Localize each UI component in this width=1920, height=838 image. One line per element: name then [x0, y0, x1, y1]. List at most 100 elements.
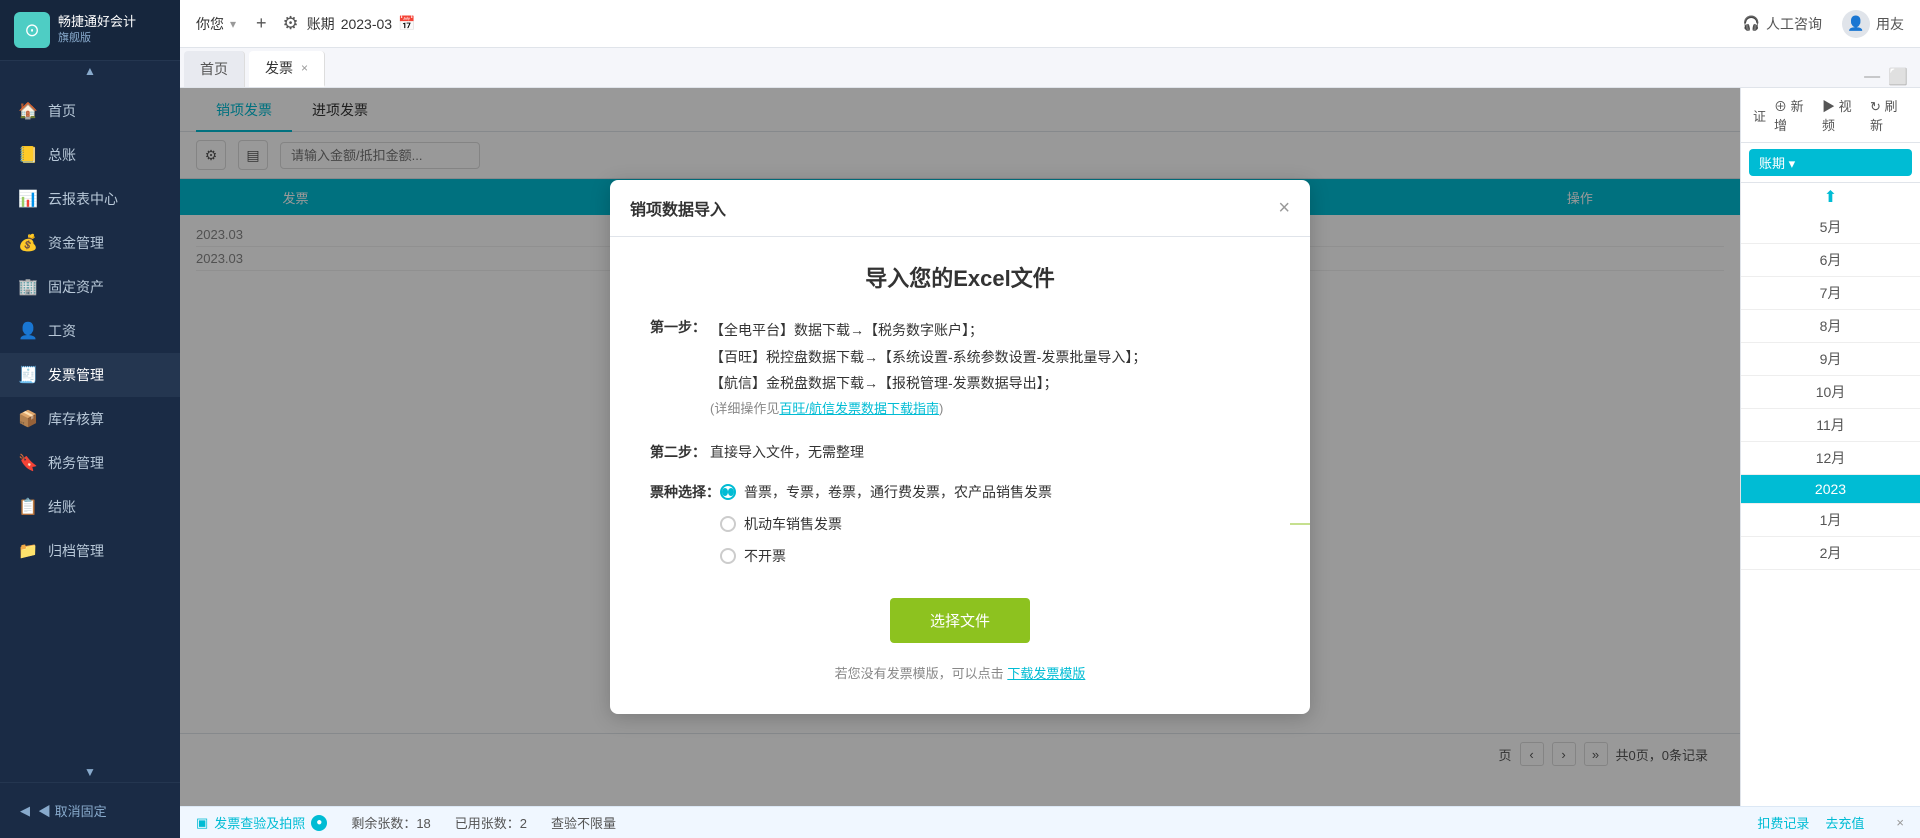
sidebar-item-ledger[interactable]: 📒 总账 — [0, 133, 180, 177]
settle-icon: 📋 — [18, 497, 38, 517]
radio-circle-2 — [720, 516, 736, 532]
modal-header: 销项数据导入 × — [610, 180, 1310, 237]
tab-close-icon[interactable]: × — [301, 61, 308, 75]
calendar-icon[interactable]: 📅 — [398, 15, 415, 32]
modal-close-button[interactable]: × — [1278, 198, 1290, 218]
window-controls: — ⬜ — [1864, 67, 1920, 87]
step2-label: 第二步： — [650, 442, 710, 462]
sidebar-scroll-up[interactable]: ▲ — [0, 61, 180, 81]
sidebar-item-salary[interactable]: 👤 工资 — [0, 309, 180, 353]
download-template-link[interactable]: 下载发票模版 — [1007, 666, 1085, 681]
modal-main-title: 导入您的Excel文件 — [650, 261, 1270, 293]
deduct-record-link[interactable]: 扣费记录 — [1757, 813, 1809, 832]
step2-section: 第二步： 直接导入文件，无需整理 — [650, 442, 1270, 462]
step1-section: 第一步： 【全电平台】数据下载→【税务数字账户】； 【百旺】税控盘数据下载→【系… — [650, 317, 1270, 421]
step1-row: 第一步： 【全电平台】数据下载→【税务数字账户】； 【百旺】税控盘数据下载→【系… — [650, 317, 1270, 421]
step1-content: 【全电平台】数据下载→【税务数字账户】； 【百旺】税控盘数据下载→【系统设置-系… — [710, 317, 1270, 421]
maximize-icon[interactable]: ⬜ — [1888, 67, 1908, 87]
refresh-btn[interactable]: ↻ 刷新 — [1870, 96, 1908, 134]
month-item-7[interactable]: 7月 — [1741, 277, 1920, 310]
unpin-button[interactable]: ◀ ◀ 取消固定 — [10, 793, 170, 828]
tab-bar: 首页 发票 × — ⬜ — [180, 48, 1920, 88]
headset-icon: 🎧 — [1743, 15, 1760, 32]
step2-row: 第二步： 直接导入文件，无需整理 — [650, 442, 1270, 462]
user-label: 用友 — [1876, 14, 1904, 34]
salary-icon: 👤 — [18, 321, 38, 341]
new-btn[interactable]: ⊕ + 新增新增 — [1774, 96, 1814, 134]
month-item-8[interactable]: 8月 — [1741, 310, 1920, 343]
sidebar-item-tax[interactable]: 🔖 税务管理 — [0, 441, 180, 485]
radio-group: 普票，专票，卷票，通行费发票，农产品销售发票 机动车销售发票 — [720, 482, 1270, 578]
top-bar-right: 🎧 人工咨询 👤 用友 — [1743, 10, 1904, 38]
step1-label: 第一步： — [650, 317, 710, 337]
select-file-button[interactable]: 选择文件 — [890, 598, 1030, 643]
check-label: 发票查验及拍照 — [214, 813, 305, 832]
company-selector[interactable]: 你您 ▾ — [196, 14, 236, 34]
page-content: 销项发票 进项发票 ⚙ ▤ 发票 抵扣金额 操作 — [180, 88, 1740, 806]
video-btn[interactable]: ▶ 视频 — [1822, 96, 1862, 134]
month-item-11[interactable]: 11月 — [1741, 409, 1920, 442]
radio-option-2[interactable]: 机动车销售发票 × 现在支持的票种多了，导入发票时别忘了 — [720, 514, 1270, 534]
sidebar-item-invoice[interactable]: 🧾 发票管理 — [0, 353, 180, 397]
settings-icon[interactable]: ⚙ — [283, 13, 299, 34]
radio-option-3[interactable]: 不开票 — [720, 546, 1270, 566]
status-links: 扣费记录 去充值 — [1757, 813, 1864, 832]
month-scroll-up[interactable]: ⬆ — [1741, 183, 1920, 211]
step1-link[interactable]: 百旺/航信发票数据下载指南 — [779, 401, 939, 416]
count-badge: ● — [311, 815, 327, 831]
tooltip-line — [1290, 523, 1310, 524]
step1-link-note: (详细操作见百旺/航信发票数据下载指南) — [710, 397, 1270, 422]
radio-circle-1 — [720, 484, 736, 500]
sidebar-item-home[interactable]: 🏠 首页 — [0, 89, 180, 133]
month-item-9[interactable]: 9月 — [1741, 343, 1920, 376]
cert-btn[interactable]: 证 — [1753, 106, 1766, 125]
month-item-2023[interactable]: 2023 — [1741, 475, 1920, 504]
month-item-12[interactable]: 12月 — [1741, 442, 1920, 475]
recharge-link[interactable]: 去充值 — [1825, 813, 1864, 832]
month-item-10[interactable]: 10月 — [1741, 376, 1920, 409]
avatar: 👤 — [1842, 10, 1870, 38]
add-icon[interactable]: + — [256, 13, 267, 34]
sidebar: ⊙ 畅捷通好会计 旗舰版 ▲ 🏠 首页 📒 总账 📊 云报表中心 💰 资金管理 — [0, 0, 180, 838]
status-close-btn[interactable]: × — [1896, 815, 1904, 830]
tax-icon: 🔖 — [18, 453, 38, 473]
main-area: 你您 ▾ + ⚙ 账期 2023-03 📅 🎧 人工咨询 👤 用友 — [180, 0, 1920, 838]
sidebar-item-archive[interactable]: 📁 归档管理 — [0, 529, 180, 573]
reports-icon: 📊 — [18, 189, 38, 209]
chevron-down-icon: ▾ — [230, 17, 236, 31]
month-item-1[interactable]: 1月 — [1741, 504, 1920, 537]
sidebar-item-settle[interactable]: 📋 结账 — [0, 485, 180, 529]
modal-title: 销项数据导入 — [630, 196, 726, 220]
tab-invoice[interactable]: 发票 × — [249, 51, 325, 87]
minimize-icon[interactable]: — — [1864, 68, 1880, 86]
radio-label-3: 不开票 — [744, 546, 786, 566]
sidebar-item-reports[interactable]: 📊 云报表中心 — [0, 177, 180, 221]
radio-label-1: 普票，专票，卷票，通行费发票，农产品销售发票 — [744, 482, 1052, 502]
user-button[interactable]: 👤 用友 — [1842, 10, 1904, 38]
period-button[interactable]: 账期 ▾ — [1749, 149, 1912, 176]
inventory-icon: 📦 — [18, 409, 38, 429]
unpin-icon: ◀ — [20, 803, 30, 819]
tab-home[interactable]: 首页 — [184, 51, 245, 87]
service-button[interactable]: 🎧 人工咨询 — [1743, 14, 1822, 34]
archive-icon: 📁 — [18, 541, 38, 561]
top-bar-actions: + ⚙ — [256, 13, 299, 34]
company-name: 你您 — [196, 14, 224, 34]
sidebar-item-inventory[interactable]: 📦 库存核算 — [0, 397, 180, 441]
month-item-6[interactable]: 6月 — [1741, 244, 1920, 277]
remaining-count: 剩余张数：18 — [351, 813, 430, 832]
logo-icon: ⊙ — [14, 12, 50, 48]
invoice-check: ▣ 发票查验及拍照 ● — [196, 813, 327, 832]
radio-option-1[interactable]: 普票，专票，卷票，通行费发票，农产品销售发票 — [720, 482, 1270, 502]
service-label: 人工咨询 — [1766, 14, 1822, 34]
month-item-2[interactable]: 2月 — [1741, 537, 1920, 570]
month-item-5[interactable]: 5月 — [1741, 211, 1920, 244]
period-display: 账期 2023-03 📅 — [307, 14, 416, 34]
sidebar-scroll-down[interactable]: ▼ — [0, 762, 180, 782]
sidebar-item-finance[interactable]: 💰 资金管理 — [0, 221, 180, 265]
logo-text: 畅捷通好会计 旗舰版 — [58, 14, 136, 45]
sidebar-item-assets[interactable]: 🏢 固定资产 — [0, 265, 180, 309]
used-count: 已用张数：2 — [455, 813, 527, 832]
limit-label: 查验不限量 — [551, 813, 616, 832]
radio-label-2: 机动车销售发票 — [744, 514, 842, 534]
